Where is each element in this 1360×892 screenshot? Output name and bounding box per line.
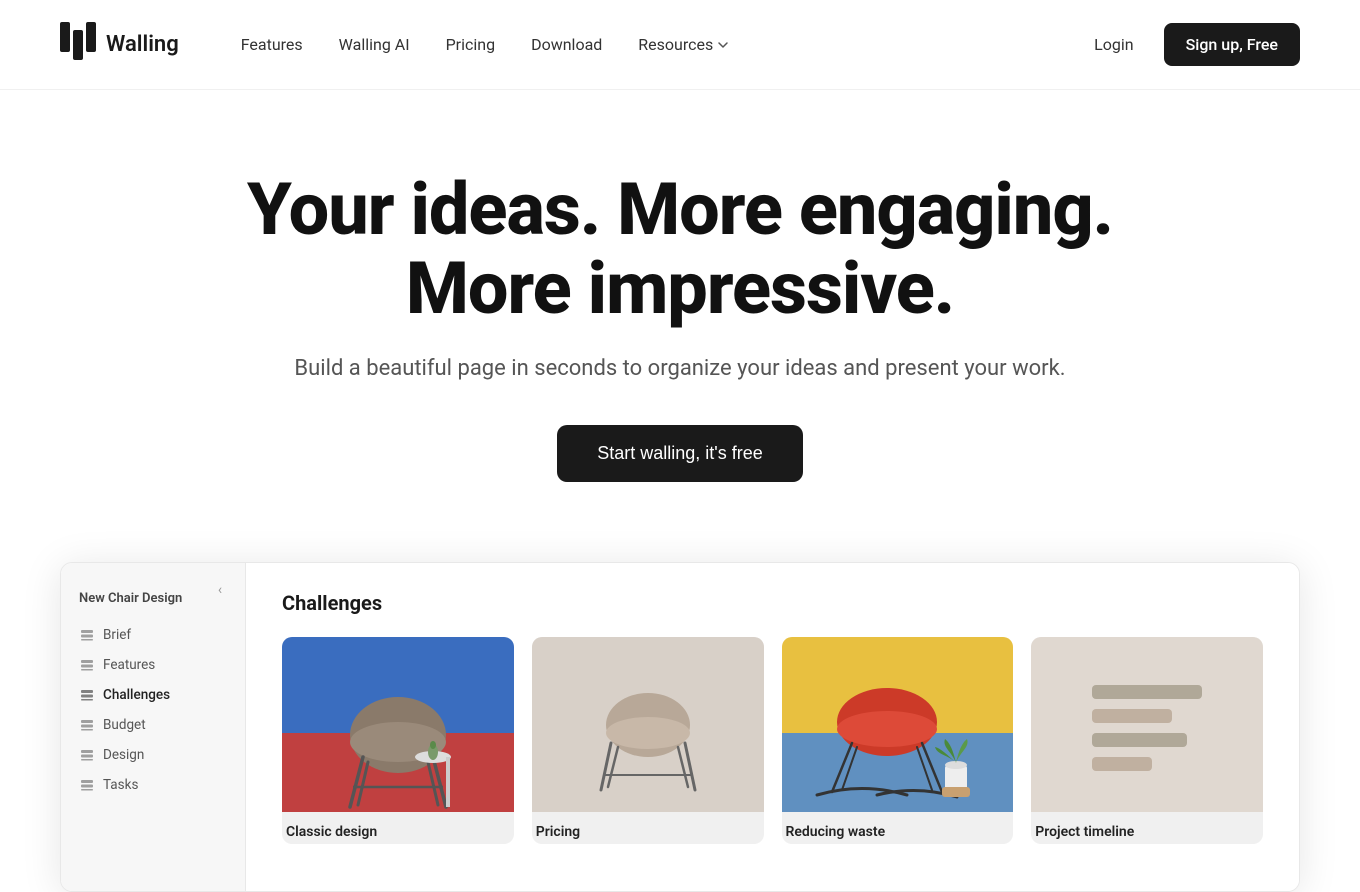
card-project-timeline[interactable]: Project timeline — [1031, 637, 1263, 844]
budget-icon — [79, 717, 95, 733]
app-main-content: Challenges — [246, 563, 1299, 891]
stack-icon — [79, 687, 95, 703]
timeline-image — [1082, 665, 1212, 785]
card-pricing-label: Pricing — [532, 812, 764, 844]
app-sidebar: ‹ New Chair Design Brief Features — [61, 563, 246, 891]
sidebar-item-features[interactable]: Features — [61, 650, 245, 680]
card-classic-design-label: Classic design — [282, 812, 514, 844]
card-pricing[interactable]: Pricing — [532, 637, 764, 844]
sidebar-item-design[interactable]: Design — [61, 740, 245, 770]
card-reducing-waste[interactable]: Reducing waste — [782, 637, 1014, 844]
logo-name: Walling — [106, 32, 179, 57]
logo-link[interactable]: Walling — [60, 22, 179, 68]
design-icon — [79, 747, 95, 763]
section-title: Challenges — [282, 591, 1263, 615]
chair-image-2 — [797, 647, 997, 812]
nav-download[interactable]: Download — [517, 27, 616, 62]
nav-right: Login Sign up, Free — [1080, 23, 1300, 66]
login-button[interactable]: Login — [1080, 27, 1147, 62]
logo-icon — [60, 22, 96, 68]
hero-title: Your ideas. More engaging. More impressi… — [60, 170, 1300, 328]
card-project-timeline-label: Project timeline — [1031, 812, 1263, 844]
sidebar-item-challenges[interactable]: Challenges — [61, 680, 245, 710]
sidebar-toggle-button[interactable]: ‹ — [209, 579, 231, 601]
sidebar-item-tasks[interactable]: Tasks — [61, 770, 245, 800]
cta-button[interactable]: Start walling, it's free — [557, 425, 803, 482]
nav-walling-ai[interactable]: Walling AI — [325, 27, 424, 62]
grid-icon — [79, 657, 95, 673]
hero-subtitle: Build a beautiful page in seconds to org… — [60, 356, 1300, 381]
card-classic-design[interactable]: Classic design — [282, 637, 514, 844]
hero-section: Your ideas. More engaging. More impressi… — [0, 90, 1360, 542]
nav-resources[interactable]: Resources — [624, 27, 743, 62]
card-reducing-waste-label: Reducing waste — [782, 812, 1014, 844]
chair-image-1 — [328, 657, 468, 812]
tasks-icon — [79, 777, 95, 793]
signup-button[interactable]: Sign up, Free — [1164, 23, 1300, 66]
chevron-down-icon — [717, 39, 729, 51]
nav-features[interactable]: Features — [227, 27, 317, 62]
sidebar-item-brief[interactable]: Brief — [61, 620, 245, 650]
nav-pricing[interactable]: Pricing — [432, 27, 510, 62]
nav-links: Features Walling AI Pricing Download Res… — [227, 27, 1080, 62]
layers-icon — [79, 627, 95, 643]
pricing-image — [583, 655, 713, 795]
app-preview: ‹ New Chair Design Brief Features — [60, 562, 1300, 892]
sidebar-item-budget[interactable]: Budget — [61, 710, 245, 740]
cards-grid: Classic design Pricing — [282, 637, 1263, 844]
navigation: Walling Features Walling AI Pricing Down… — [0, 0, 1360, 90]
